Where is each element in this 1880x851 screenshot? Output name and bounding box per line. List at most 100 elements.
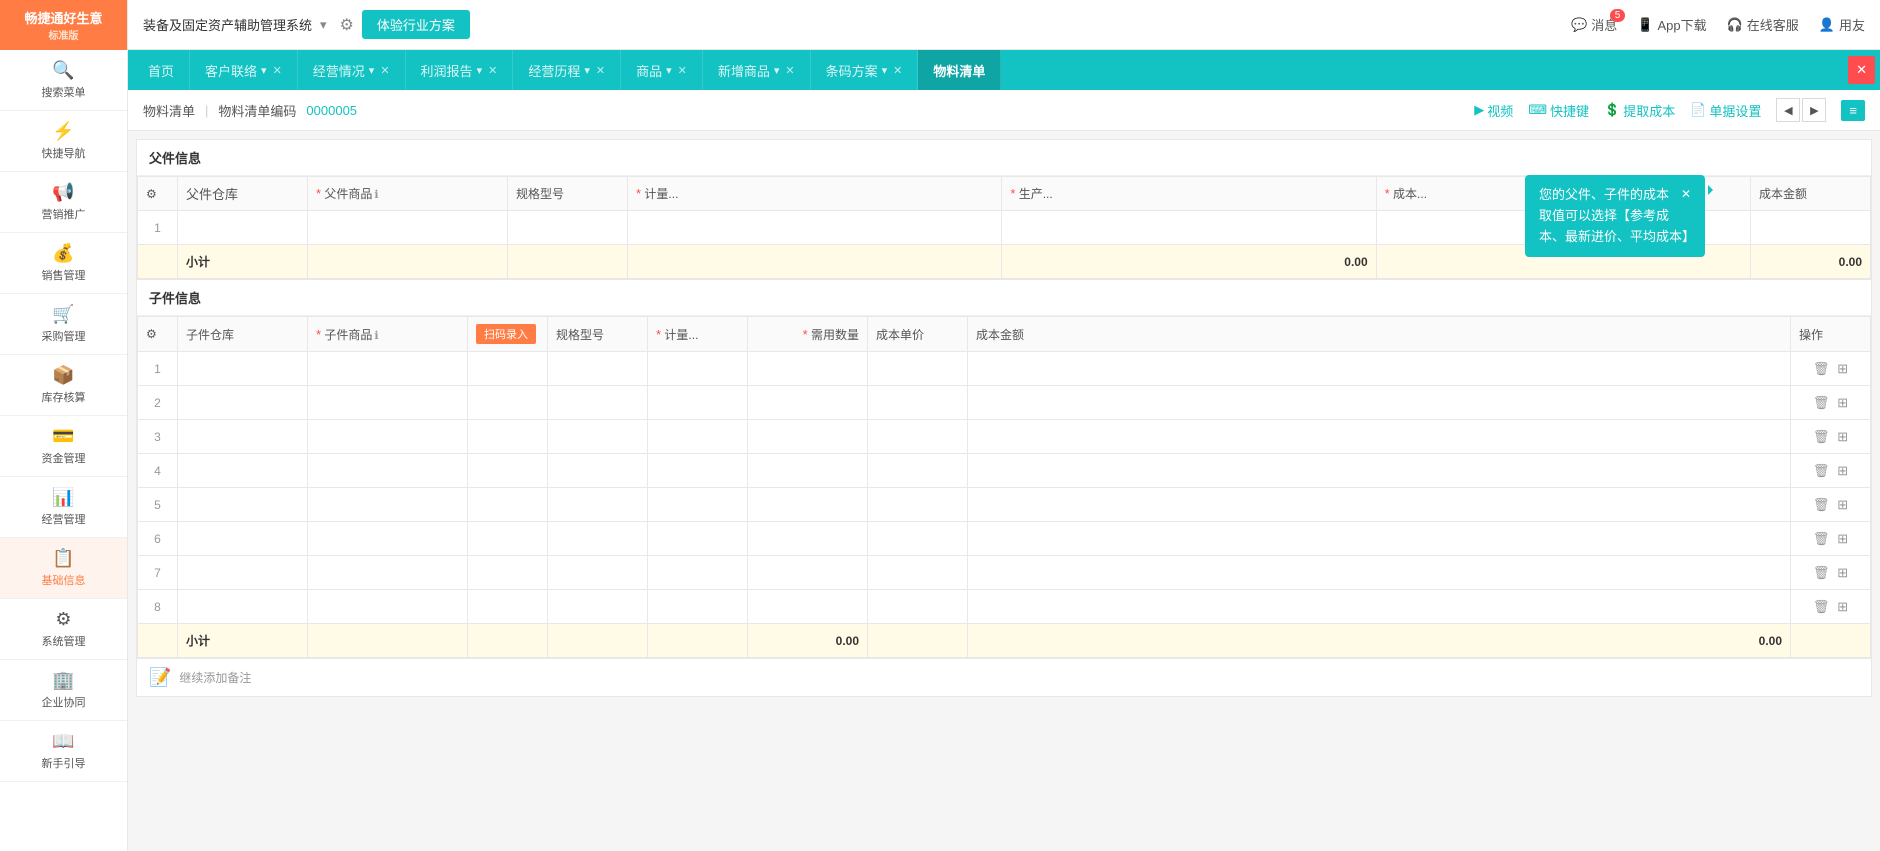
child-unit-cost-3[interactable] [868, 420, 968, 454]
parent-col-settings[interactable]: ⚙ [138, 177, 178, 211]
child-unit-cost-7[interactable] [868, 556, 968, 590]
child-qty-8[interactable] [748, 590, 868, 624]
child-goods-7[interactable] [308, 556, 468, 590]
copy-icon-6[interactable]: ⊞ [1837, 531, 1848, 546]
child-goods-6[interactable] [308, 522, 468, 556]
sidebar-item-quick_nav[interactable]: ⚡快捷导航 [0, 111, 127, 172]
child-unit-cost-1[interactable] [868, 352, 968, 386]
delete-icon-6[interactable]: 🗑 [1813, 531, 1830, 546]
copy-icon-4[interactable]: ⊞ [1837, 463, 1848, 478]
tab-close-customer[interactable]: ✕ [273, 64, 282, 77]
delete-icon-8[interactable]: 🗑 [1813, 599, 1830, 614]
child-unit-6[interactable] [648, 522, 748, 556]
breadcrumb-bom[interactable]: 物料清单 [143, 101, 195, 120]
child-qty-6[interactable] [748, 522, 868, 556]
dropdown-arrow-icon[interactable]: ▾ [320, 17, 327, 33]
app-download-button[interactable]: 📱 App下载 [1637, 15, 1706, 34]
copy-icon-3[interactable]: ⊞ [1837, 429, 1848, 444]
nav-tab-profit[interactable]: 利润报告▾✕ [406, 50, 514, 90]
child-goods-5[interactable] [308, 488, 468, 522]
child-unit-1[interactable] [648, 352, 748, 386]
tab-close-goods[interactable]: ✕ [678, 64, 687, 77]
delete-icon-4[interactable]: 🗑 [1813, 463, 1830, 478]
child-spec-6[interactable] [548, 522, 648, 556]
sidebar-item-base_info[interactable]: 📋基础信息 [0, 538, 127, 599]
child-goods-3[interactable] [308, 420, 468, 454]
prev-page-button[interactable]: ◀ [1776, 98, 1800, 122]
next-page-button[interactable]: ▶ [1802, 98, 1826, 122]
shortcut-button[interactable]: ⌨ 快捷键 [1528, 101, 1589, 120]
child-spec-8[interactable] [548, 590, 648, 624]
nav-tab-barcode[interactable]: 条码方案▾✕ [811, 50, 919, 90]
child-warehouse-8[interactable] [178, 590, 308, 624]
child-unit-cost-4[interactable] [868, 454, 968, 488]
child-spec-2[interactable] [548, 386, 648, 420]
delete-icon-7[interactable]: 🗑 [1813, 565, 1830, 580]
sidebar-item-enterprise[interactable]: 🏢企业协同 [0, 660, 127, 721]
child-unit-cost-8[interactable] [868, 590, 968, 624]
single-settings-button[interactable]: 📄 单据设置 [1690, 101, 1761, 120]
child-unit-3[interactable] [648, 420, 748, 454]
child-warehouse-3[interactable] [178, 420, 308, 454]
nav-tab-operation[interactable]: 经营情况▾✕ [298, 50, 406, 90]
child-spec-7[interactable] [548, 556, 648, 590]
try-solution-button[interactable]: 体验行业方案 [362, 10, 470, 39]
sidebar-item-system[interactable]: ⚙系统管理 [0, 599, 127, 660]
delete-icon-1[interactable]: 🗑 [1813, 361, 1830, 376]
child-warehouse-4[interactable] [178, 454, 308, 488]
child-unit-cost-5[interactable] [868, 488, 968, 522]
child-goods-2[interactable] [308, 386, 468, 420]
child-unit-cost-6[interactable] [868, 522, 968, 556]
parent-warehouse-1[interactable] [178, 211, 308, 245]
copy-icon-7[interactable]: ⊞ [1837, 565, 1848, 580]
child-unit-7[interactable] [648, 556, 748, 590]
copy-icon-2[interactable]: ⊞ [1837, 395, 1848, 410]
delete-icon-3[interactable]: 🗑 [1813, 429, 1830, 444]
child-qty-4[interactable] [748, 454, 868, 488]
child-warehouse-7[interactable] [178, 556, 308, 590]
child-qty-5[interactable] [748, 488, 868, 522]
child-qty-3[interactable] [748, 420, 868, 454]
nav-tab-new_goods[interactable]: 新增商品▾✕ [703, 50, 811, 90]
child-qty-2[interactable] [748, 386, 868, 420]
child-qty-7[interactable] [748, 556, 868, 590]
sidebar-item-finance[interactable]: 💳资金管理 [0, 416, 127, 477]
tab-close-profit[interactable]: ✕ [488, 64, 497, 77]
copy-icon-5[interactable]: ⊞ [1837, 497, 1848, 512]
parent-production-1[interactable] [1002, 211, 1376, 245]
delete-icon-2[interactable]: 🗑 [1813, 395, 1830, 410]
parent-unit-1[interactable] [628, 211, 1002, 245]
copy-icon-8[interactable]: ⊞ [1837, 599, 1848, 614]
child-warehouse-5[interactable] [178, 488, 308, 522]
sidebar-item-sales[interactable]: 💰销售管理 [0, 233, 127, 294]
bottom-hint[interactable]: 继续添加备注 [179, 669, 251, 686]
nav-tab-history[interactable]: 经营历程▾✕ [513, 50, 621, 90]
tab-close-new_goods[interactable]: ✕ [785, 64, 794, 77]
user-menu-button[interactable]: 👤 用友 [1819, 15, 1865, 34]
nav-tab-bom[interactable]: 物料清单 [918, 50, 1001, 90]
child-spec-4[interactable] [548, 454, 648, 488]
parent-spec-1[interactable] [508, 211, 628, 245]
nav-close-all-button[interactable]: ✕ [1848, 56, 1875, 84]
child-goods-1[interactable] [308, 352, 468, 386]
tab-close-barcode[interactable]: ✕ [893, 64, 902, 77]
child-warehouse-2[interactable] [178, 386, 308, 420]
child-spec-5[interactable] [548, 488, 648, 522]
child-spec-3[interactable] [548, 420, 648, 454]
get-cost-button[interactable]: 💲 提取成本 [1604, 101, 1675, 120]
tab-close-history[interactable]: ✕ [596, 64, 605, 77]
child-warehouse-6[interactable] [178, 522, 308, 556]
child-unit-cost-2[interactable] [868, 386, 968, 420]
child-goods-4[interactable] [308, 454, 468, 488]
delete-icon-5[interactable]: 🗑 [1813, 497, 1830, 512]
child-unit-5[interactable] [648, 488, 748, 522]
child-spec-1[interactable] [548, 352, 648, 386]
parent-goods-1[interactable] [308, 211, 508, 245]
tab-close-operation[interactable]: ✕ [380, 64, 389, 77]
child-col-settings[interactable]: ⚙ [138, 317, 178, 352]
copy-icon-1[interactable]: ⊞ [1837, 361, 1848, 376]
sidebar-item-operation_mgr[interactable]: 📊经营管理 [0, 477, 127, 538]
child-unit-4[interactable] [648, 454, 748, 488]
child-unit-2[interactable] [648, 386, 748, 420]
scan-input-button[interactable]: 扫码录入 [476, 324, 536, 344]
